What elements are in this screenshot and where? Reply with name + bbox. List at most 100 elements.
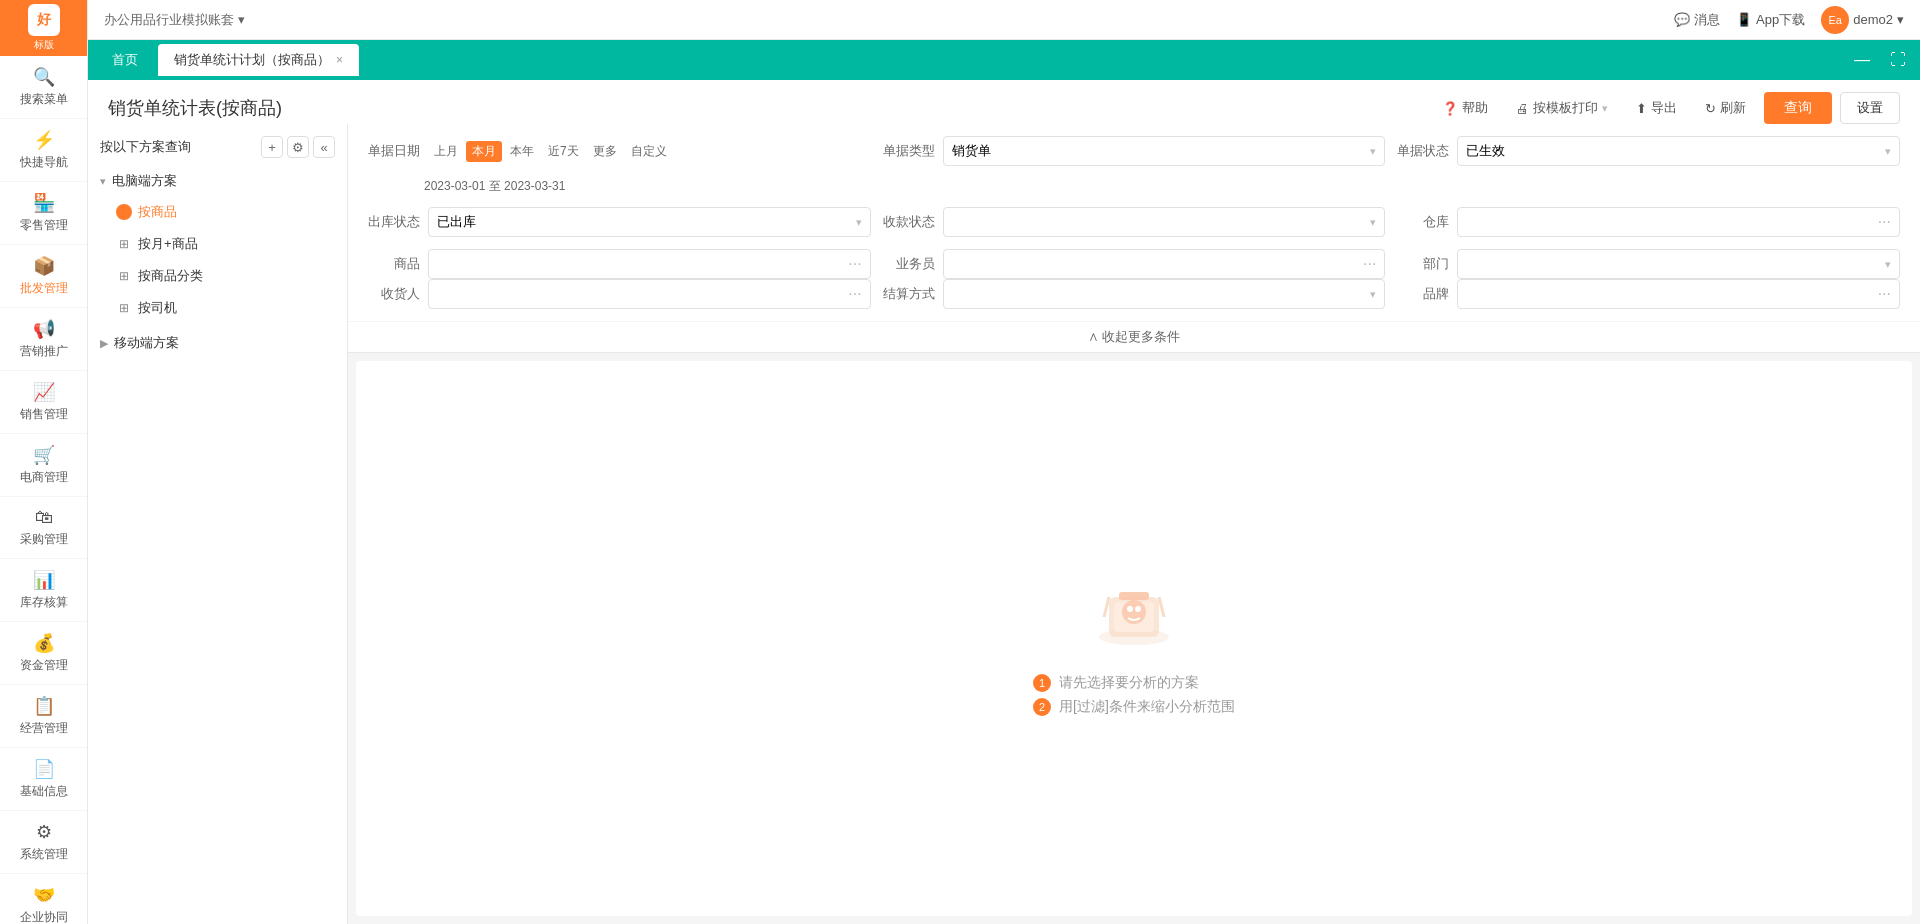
content-area: 销货单统计表(按商品) ❓ 帮助 🖨 按模板打印 ▾ ⬆ 导出 ↻ 刷新	[88, 80, 1920, 924]
warehouse-status-control[interactable]: 已出库 ▾	[428, 207, 871, 237]
warehouse-control[interactable]: ···	[1457, 207, 1900, 237]
tab-sales-stats-label: 销货单统计计划（按商品）	[174, 51, 330, 69]
export-label: 导出	[1651, 99, 1677, 117]
tab-minimize-btn[interactable]: —	[1848, 46, 1876, 74]
tab-close-icon[interactable]: ×	[336, 53, 343, 67]
scheme-panel: 按以下方案查询 + ⚙ « ▾ 电脑端方案 按商品	[88, 124, 348, 924]
sidebar-item-wholesale[interactable]: 📦 批发管理	[0, 245, 88, 308]
date-chip-more[interactable]: 更多	[587, 141, 623, 162]
operations-icon: 📋	[33, 695, 55, 717]
collapse-filters-btn[interactable]: ∧ 收起更多条件	[348, 321, 1920, 352]
doc-type-control[interactable]: 销货单 ▾	[943, 136, 1386, 166]
warehouse-status-wrap: 出库状态 已出库 ▾	[368, 207, 871, 237]
user-menu[interactable]: Ea demo2 ▾	[1821, 6, 1904, 34]
goods-label: 商品	[368, 255, 420, 273]
sidebar-item-collab[interactable]: 🤝 企业协同	[0, 874, 88, 924]
date-chips-bar: 上月 本月 本年 近7天 更多 自定义	[428, 141, 673, 162]
date-field-label: 单据日期	[368, 142, 420, 160]
sidebar-item-purchase[interactable]: 🛍 采购管理	[0, 497, 88, 559]
sidebar-item-search[interactable]: 🔍 搜索菜单	[0, 56, 88, 119]
staff-dots-icon[interactable]: ···	[1363, 255, 1376, 273]
brand-label: 品牌	[1397, 285, 1449, 303]
tab-sales-stats[interactable]: 销货单统计计划（按商品） ×	[158, 44, 359, 76]
print-btn[interactable]: 🖨 按模板打印 ▾	[1506, 95, 1618, 121]
goods-dots-icon[interactable]: ···	[848, 255, 861, 273]
staff-control[interactable]: ···	[943, 249, 1386, 279]
sidebar-item-operations[interactable]: 📋 经营管理	[0, 685, 88, 748]
date-chip-custom[interactable]: 自定义	[625, 141, 673, 162]
dept-caret: ▾	[1885, 258, 1891, 271]
sidebar-item-nav[interactable]: ⚡ 快捷导航	[0, 119, 88, 182]
sidebar-item-ecommerce[interactable]: 🛒 电商管理	[0, 434, 88, 497]
industry-selector[interactable]: 办公用品行业模拟账套 ▾	[104, 11, 245, 29]
app-download-btn[interactable]: 📱 App下载	[1736, 11, 1805, 29]
filter-row-1: 单据日期 上月 本月 本年 近7天 更多 自定义	[368, 136, 1900, 166]
topbar-left: 办公用品行业模拟账套 ▾	[104, 11, 245, 29]
username-label: demo2	[1853, 12, 1893, 27]
sidebar-item-finance-label: 资金管理	[20, 657, 68, 674]
sidebar-item-system[interactable]: ⚙ 系统管理	[0, 811, 88, 874]
refresh-btn[interactable]: ↻ 刷新	[1695, 95, 1756, 121]
doc-type-wrap: 单据类型 销货单 ▾	[883, 136, 1386, 166]
topbar-right: 💬 消息 📱 App下载 Ea demo2 ▾	[1674, 6, 1904, 34]
goods-control[interactable]: ···	[428, 249, 871, 279]
brand-wrap: 品牌 ···	[1397, 279, 1900, 309]
empty-step-1: 1 请先选择要分析的方案	[1033, 674, 1235, 692]
scheme-group-desktop: ▾ 电脑端方案 按商品 ⊞ 按月+商品 ⊞ 按商品分类	[88, 166, 347, 324]
basic-icon: 📄	[33, 758, 55, 780]
scheme-item-by-month-goods[interactable]: ⊞ 按月+商品	[88, 228, 347, 260]
sidebar-item-inventory[interactable]: 📊 库存核算	[0, 559, 88, 622]
scheme-item-by-goods[interactable]: 按商品	[88, 196, 347, 228]
scheme-group-desktop-header[interactable]: ▾ 电脑端方案	[88, 166, 347, 196]
settlement-wrap: 结算方式 ▾	[883, 279, 1386, 309]
date-chip-7days[interactable]: 近7天	[542, 141, 585, 162]
svg-point-4	[1127, 606, 1133, 612]
receiver-label: 收货人	[368, 285, 420, 303]
scheme-config-btn[interactable]: ⚙	[287, 136, 309, 158]
payment-status-control[interactable]: ▾	[943, 207, 1386, 237]
logo-text: 标版	[34, 38, 54, 52]
tab-expand-btn[interactable]: ⛶	[1884, 46, 1912, 74]
receiver-dots-icon[interactable]: ···	[848, 285, 861, 303]
brand-dots-icon[interactable]: ···	[1878, 285, 1891, 303]
query-btn[interactable]: 查询	[1764, 92, 1832, 124]
dept-control[interactable]: ▾	[1457, 249, 1900, 279]
scheme-item-by-driver[interactable]: ⊞ 按司机	[88, 292, 347, 324]
sidebar-item-finance[interactable]: 💰 资金管理	[0, 622, 88, 685]
warehouse-status-value: 已出库	[437, 213, 476, 231]
sidebar-item-purchase-label: 采购管理	[20, 531, 68, 548]
sidebar-item-retail[interactable]: 🏪 零售管理	[0, 182, 88, 245]
date-chip-this-year[interactable]: 本年	[504, 141, 540, 162]
help-btn[interactable]: ❓ 帮助	[1432, 95, 1498, 121]
date-chip-this-month[interactable]: 本月	[466, 141, 502, 162]
sidebar: 好 标版 🔍 搜索菜单 ⚡ 快捷导航 🏪 零售管理 📦 批发管理 📢 营销推广 …	[0, 0, 88, 924]
tab-home[interactable]: 首页	[96, 44, 154, 76]
message-btn[interactable]: 💬 消息	[1674, 11, 1720, 29]
scheme-group-mobile-header[interactable]: ▶ 移动端方案	[88, 328, 347, 358]
sidebar-item-basic[interactable]: 📄 基础信息	[0, 748, 88, 811]
settings-btn[interactable]: 设置	[1840, 92, 1900, 124]
brand-control[interactable]: ···	[1457, 279, 1900, 309]
sidebar-item-sales[interactable]: 📈 销售管理	[0, 371, 88, 434]
scheme-collapse-btn[interactable]: «	[313, 136, 335, 158]
sales-icon: 📈	[33, 381, 55, 403]
scheme-add-btn[interactable]: +	[261, 136, 283, 158]
help-label: 帮助	[1462, 99, 1488, 117]
doc-status-control[interactable]: 已生效 ▾	[1457, 136, 1900, 166]
sidebar-item-operations-label: 经营管理	[20, 720, 68, 737]
export-btn[interactable]: ⬆ 导出	[1626, 95, 1687, 121]
receiver-control[interactable]: ···	[428, 279, 871, 309]
scheme-item-grid-icon3: ⊞	[116, 300, 132, 316]
payment-status-label: 收款状态	[883, 213, 935, 231]
app-download-icon: 📱	[1736, 12, 1752, 27]
date-chip-last-month[interactable]: 上月	[428, 141, 464, 162]
empty-steps: 1 请先选择要分析的方案 2 用[过滤]条件来缩小分析范围	[1033, 674, 1235, 716]
scheme-item-by-category[interactable]: ⊞ 按商品分类	[88, 260, 347, 292]
message-icon: 💬	[1674, 12, 1690, 27]
sidebar-item-ecommerce-label: 电商管理	[20, 469, 68, 486]
finance-icon: 💰	[33, 632, 55, 654]
user-avatar: Ea	[1821, 6, 1849, 34]
sidebar-item-marketing[interactable]: 📢 营销推广	[0, 308, 88, 371]
settlement-control[interactable]: ▾	[943, 279, 1386, 309]
warehouse-dots-icon[interactable]: ···	[1878, 213, 1891, 231]
